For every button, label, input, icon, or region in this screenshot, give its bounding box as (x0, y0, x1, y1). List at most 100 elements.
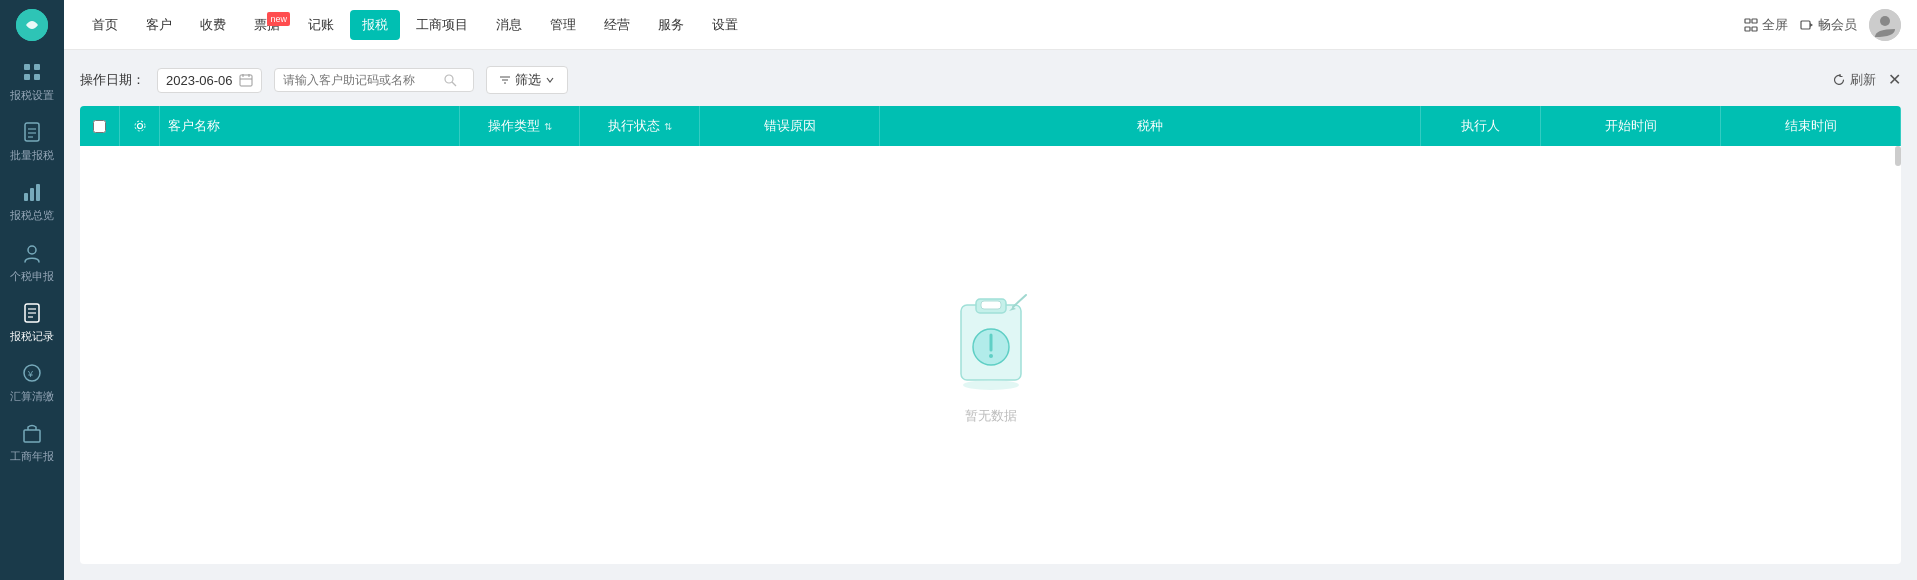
topnav-items: 首页 客户 收费 票据 new 记账 报税 工商项目 消息 管理 经营 服务 设… (80, 10, 1744, 40)
baoshui-jilu-icon (18, 299, 46, 327)
search-icon (443, 73, 457, 87)
th-gear[interactable] (120, 106, 160, 146)
logo-icon (16, 9, 48, 41)
svg-point-12 (28, 246, 36, 254)
gongshang-nianbao-icon (18, 419, 46, 447)
svg-point-47 (963, 380, 1019, 390)
page-content: 操作日期： 2023-06-06 (64, 50, 1917, 580)
svg-rect-4 (34, 74, 40, 80)
topnav-item-customer[interactable]: 客户 (134, 10, 184, 40)
svg-point-44 (989, 354, 993, 358)
topnav-item-home[interactable]: 首页 (80, 10, 130, 40)
table-body: 暂无数据 (80, 146, 1901, 564)
gear-icon (133, 119, 147, 133)
topnav-item-shoufei[interactable]: 收费 (188, 10, 238, 40)
svg-rect-20 (1745, 19, 1750, 23)
svg-rect-2 (34, 64, 40, 70)
calendar-icon (239, 73, 253, 87)
svg-rect-3 (24, 74, 30, 80)
member-button[interactable]: 畅会员 (1800, 16, 1857, 34)
svg-point-38 (135, 121, 145, 131)
baoshui-zongshu-icon (18, 178, 46, 206)
svg-line-45 (1013, 295, 1026, 307)
sidebar-item-huisuan-jiaona-label: 汇算清缴 (10, 390, 54, 403)
table-scrollbar[interactable] (1895, 146, 1901, 166)
exec-status-sort-icon: ⇅ (664, 121, 672, 132)
th-end-time: 结束时间 (1721, 106, 1901, 146)
refresh-button[interactable]: 刷新 (1832, 71, 1876, 89)
sidebar-item-baoshui-jilu[interactable]: 报税记录 (0, 291, 64, 351)
date-picker[interactable]: 2023-06-06 (157, 68, 262, 93)
svg-rect-11 (36, 184, 40, 201)
close-button[interactable]: ✕ (1888, 72, 1901, 88)
topnav-item-baoshui[interactable]: 报税 (350, 10, 400, 40)
sidebar-item-piliang-baoshui[interactable]: 批量报税 (0, 110, 64, 170)
th-start-time: 开始时间 (1541, 106, 1721, 146)
topnav-item-fuwu[interactable]: 服务 (646, 10, 696, 40)
svg-rect-23 (1752, 27, 1757, 31)
svg-rect-21 (1752, 19, 1757, 23)
svg-point-32 (445, 75, 453, 83)
baoshui-shezhi-icon (18, 58, 46, 86)
svg-marker-25 (1810, 23, 1813, 27)
sidebar-item-baoshui-jilu-label: 报税记录 (10, 330, 54, 343)
refresh-icon (1832, 73, 1846, 87)
svg-rect-28 (240, 75, 252, 86)
topnav-right: 全屏 畅会员 (1744, 9, 1901, 41)
search-box[interactable] (274, 68, 474, 92)
member-label: 畅会员 (1818, 16, 1857, 34)
table-header: 客户名称 操作类型 ⇅ 执行状态 ⇅ 错误原因 税种 执行人 (80, 106, 1901, 146)
topnav-item-piaoju[interactable]: 票据 new (242, 10, 292, 40)
svg-rect-24 (1801, 21, 1810, 29)
new-badge-piaoju: new (267, 12, 290, 26)
sidebar-item-baoshui-shezhi[interactable]: 报税设置 (0, 50, 64, 110)
sidebar-item-gongshang-nianbao-label: 工商年报 (10, 450, 54, 463)
sidebar-item-geshui-shenbao[interactable]: 个税申报 (0, 231, 64, 291)
user-avatar[interactable] (1869, 9, 1901, 41)
search-input[interactable] (283, 73, 443, 87)
topnav-item-jizhang[interactable]: 记账 (296, 10, 346, 40)
refresh-label: 刷新 (1850, 71, 1876, 89)
svg-rect-1 (24, 64, 30, 70)
th-error-reason: 错误原因 (700, 106, 880, 146)
op-type-sort-icon: ⇅ (544, 121, 552, 132)
svg-rect-5 (25, 123, 39, 141)
th-tax-type: 税种 (880, 106, 1421, 146)
filter-button[interactable]: 筛选 (486, 66, 568, 94)
filter-label: 筛选 (515, 71, 541, 89)
empty-text: 暂无数据 (965, 407, 1017, 425)
empty-illustration (941, 285, 1041, 395)
sidebar-item-baoshui-zongshu[interactable]: 报税总览 (0, 170, 64, 230)
chevron-down-icon (545, 75, 555, 85)
main-content: 首页 客户 收费 票据 new 记账 报税 工商项目 消息 管理 经营 服务 设… (64, 0, 1917, 580)
th-client-name: 客户名称 (160, 106, 460, 146)
filter-icon (499, 74, 511, 86)
topnav-item-xiaoxi[interactable]: 消息 (484, 10, 534, 40)
svg-point-37 (137, 124, 142, 129)
sidebar-item-gongshang-nianbao[interactable]: 工商年报 (0, 411, 64, 471)
date-value: 2023-06-06 (166, 73, 233, 88)
svg-rect-19 (24, 430, 40, 442)
topnav-item-gongshang[interactable]: 工商项目 (404, 10, 480, 40)
svg-rect-22 (1745, 27, 1750, 31)
sidebar-item-baoshui-shezhi-label: 报税设置 (10, 89, 54, 102)
topnav-item-jingying[interactable]: 经营 (592, 10, 642, 40)
svg-rect-10 (30, 188, 34, 201)
fullscreen-button[interactable]: 全屏 (1744, 16, 1788, 34)
topnav-item-shezhi[interactable]: 设置 (700, 10, 750, 40)
video-icon (1800, 18, 1814, 32)
topnav-item-guanli[interactable]: 管理 (538, 10, 588, 40)
sidebar-item-geshui-shenbao-label: 个税申报 (10, 270, 54, 283)
svg-text:¥: ¥ (27, 369, 34, 379)
th-checkbox[interactable] (80, 106, 120, 146)
fullscreen-icon (1744, 18, 1758, 32)
sidebar-item-baoshui-zongshu-label: 报税总览 (10, 209, 54, 222)
huisuan-jiaona-icon: ¥ (18, 359, 46, 387)
svg-line-33 (452, 82, 456, 86)
sidebar-item-huisuan-jiaona[interactable]: ¥ 汇算清缴 (0, 351, 64, 411)
svg-rect-9 (24, 193, 28, 201)
svg-point-27 (1880, 16, 1890, 26)
sidebar-item-piliang-baoshui-label: 批量报税 (10, 149, 54, 162)
th-executor: 执行人 (1421, 106, 1541, 146)
select-all-checkbox[interactable] (93, 120, 106, 133)
